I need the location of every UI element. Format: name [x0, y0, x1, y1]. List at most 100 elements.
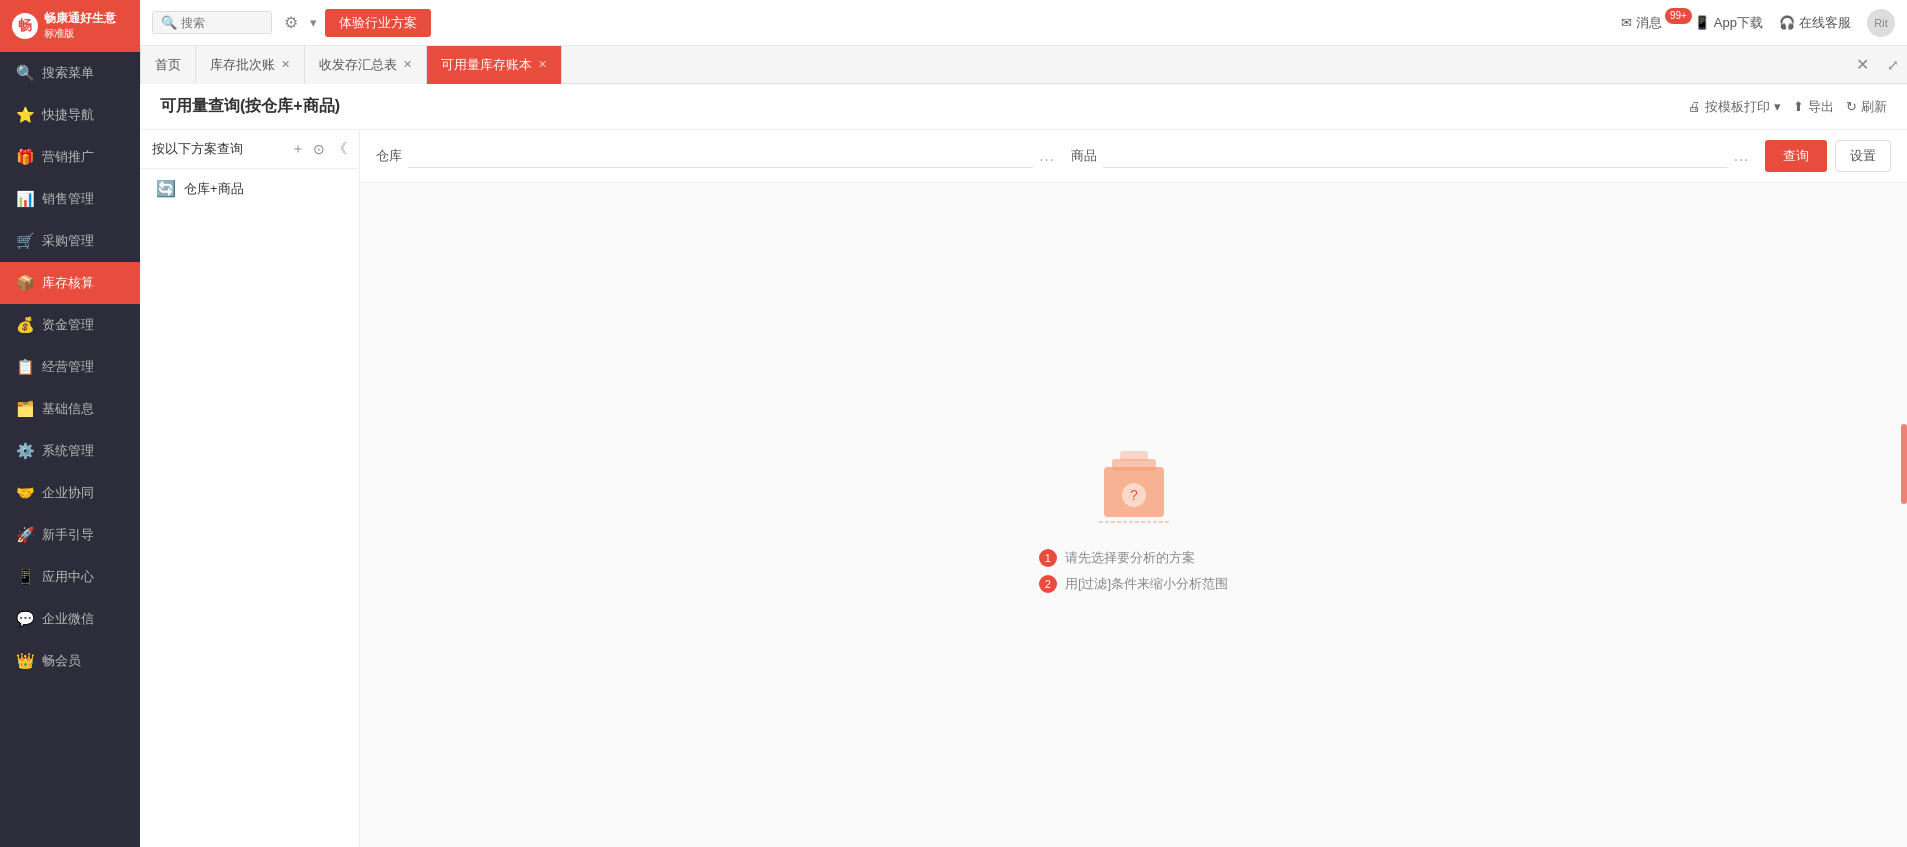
- logo-icon: 畅: [12, 13, 38, 39]
- search-input[interactable]: [181, 16, 261, 30]
- message-icon: ✉: [1621, 15, 1632, 30]
- sidebar-label-member: 畅会员: [42, 652, 81, 670]
- gift-icon: 🎁: [16, 148, 34, 166]
- sidebar-scroll: 🔍 搜索菜单 ⭐ 快捷导航 🎁 营销推广 📊 销售管理 🛒 采购管理 📦 库存核…: [0, 52, 140, 847]
- tab-available-qty[interactable]: 可用量库存账本 ✕: [427, 46, 562, 84]
- sidebar-item-marketing[interactable]: 🎁 营销推广: [0, 136, 140, 178]
- topbar-right: ✉ 消息 99+ 📱 App下载 🎧 在线客服 Rit: [1621, 9, 1895, 37]
- online-service-btn[interactable]: 🎧 在线客服: [1779, 14, 1851, 32]
- folder-icon: 🗂️: [16, 400, 34, 418]
- settings-scheme-icon[interactable]: ⊙: [313, 141, 325, 157]
- money-icon: 💰: [16, 316, 34, 334]
- sidebar-item-wechat[interactable]: 💬 企业微信: [0, 598, 140, 640]
- tab-batch-ledger-close[interactable]: ✕: [281, 58, 290, 71]
- app-download-btn[interactable]: 📱 App下载: [1694, 14, 1763, 32]
- refresh-btn[interactable]: ↻ 刷新: [1846, 98, 1887, 116]
- app-download-label: App下载: [1714, 14, 1763, 32]
- page-title: 可用量查询(按仓库+商品): [160, 96, 1688, 117]
- main-content: 🔍 ⚙ ▾ 体验行业方案 ✉ 消息 99+ 📱 App下载 🎧 在线客服 Rit: [140, 0, 1907, 847]
- mobile-icon: 📱: [16, 568, 34, 586]
- collapse-panel-icon[interactable]: 《: [333, 140, 347, 158]
- tab-home-label: 首页: [155, 56, 181, 74]
- tabs-bar: 首页 库存批次账 ✕ 收发存汇总表 ✕ 可用量库存账本 ✕ ✕ ⤢: [140, 46, 1907, 84]
- chevron-down-icon[interactable]: ▾: [310, 15, 317, 30]
- svg-rect-2: [1120, 451, 1148, 461]
- tab-batch-ledger[interactable]: 库存批次账 ✕: [196, 46, 305, 84]
- sidebar-label-cooperation: 企业协同: [42, 484, 94, 502]
- rocket-icon: 🚀: [16, 526, 34, 544]
- headset-icon: 🎧: [1779, 15, 1795, 30]
- left-panel-title: 按以下方案查询: [152, 140, 283, 158]
- filter-bar: 仓库 … 商品 … 查询 设置: [360, 130, 1907, 183]
- sidebar-label-inventory: 库存核算: [42, 274, 94, 292]
- sidebar-logo: 畅 畅康通好生意 标准版: [0, 0, 140, 52]
- left-panel-header: 按以下方案查询 ＋ ⊙ 《: [140, 130, 359, 169]
- goods-more-icon[interactable]: …: [1733, 147, 1749, 165]
- sidebar-item-finance[interactable]: 💰 资金管理: [0, 304, 140, 346]
- refresh-label: 刷新: [1861, 98, 1887, 116]
- tab-collect-ledger-close[interactable]: ✕: [403, 58, 412, 71]
- sidebar-item-onboard[interactable]: 🚀 新手引导: [0, 514, 140, 556]
- sidebar-item-operations[interactable]: 📋 经营管理: [0, 346, 140, 388]
- sidebar-label-basics: 基础信息: [42, 400, 94, 418]
- sidebar-item-inventory[interactable]: 📦 库存核算: [0, 262, 140, 304]
- right-panel: 仓库 … 商品 … 查询 设置: [360, 130, 1907, 847]
- empty-state: ? 1 请先选择要分析的方案 2 用[过滤]条件来缩小分析范围: [360, 183, 1907, 847]
- mobile-download-icon: 📱: [1694, 15, 1710, 30]
- star-icon: ⭐: [16, 106, 34, 124]
- sidebar-item-system[interactable]: ⚙️ 系统管理: [0, 430, 140, 472]
- sidebar-item-purchase[interactable]: 🛒 采购管理: [0, 220, 140, 262]
- message-badge: 99+: [1665, 8, 1692, 24]
- tabs-expand-btn[interactable]: ⤢: [1879, 57, 1907, 73]
- industry-btn[interactable]: 体验行业方案: [325, 9, 431, 37]
- tab-collect-ledger[interactable]: 收发存汇总表 ✕: [305, 46, 427, 84]
- sidebar-item-search[interactable]: 🔍 搜索菜单: [0, 52, 140, 94]
- avatar-initials: Rit: [1874, 17, 1887, 29]
- message-label: 消息: [1636, 14, 1662, 32]
- refresh-icon: ↻: [1846, 99, 1857, 114]
- add-scheme-icon[interactable]: ＋: [291, 140, 305, 158]
- sidebar-label-search: 搜索菜单: [42, 64, 94, 82]
- warehouse-input[interactable]: [408, 144, 1033, 168]
- tip-num-2: 2: [1039, 575, 1057, 593]
- sidebar-item-basics[interactable]: 🗂️ 基础信息: [0, 388, 140, 430]
- sidebar-item-member[interactable]: 👑 畅会员: [0, 640, 140, 682]
- warehouse-more-icon[interactable]: …: [1039, 147, 1055, 165]
- avatar[interactable]: Rit: [1867, 9, 1895, 37]
- sidebar-label-purchase: 采购管理: [42, 232, 94, 250]
- print-chevron-icon[interactable]: ▾: [1774, 99, 1781, 114]
- sidebar-label-quick-nav: 快捷导航: [42, 106, 94, 124]
- crown-icon: 👑: [16, 652, 34, 670]
- sidebar-item-app-center[interactable]: 📱 应用中心: [0, 556, 140, 598]
- sidebar-item-sales[interactable]: 📊 销售管理: [0, 178, 140, 220]
- logo-name: 畅康通好生意: [44, 11, 116, 27]
- sidebar: 畅 畅康通好生意 标准版 🔍 搜索菜单 ⭐ 快捷导航 🎁 营销推广 📊 销售管理…: [0, 0, 140, 847]
- left-panel: 按以下方案查询 ＋ ⊙ 《 🔄 仓库+商品: [140, 130, 360, 847]
- tab-available-qty-close[interactable]: ✕: [538, 58, 547, 71]
- logo-tag: 标准版: [44, 27, 116, 41]
- query-button[interactable]: 查询: [1765, 140, 1827, 172]
- search-box[interactable]: 🔍: [152, 11, 272, 34]
- sidebar-label-onboard: 新手引导: [42, 526, 94, 544]
- settings-button[interactable]: 设置: [1835, 140, 1891, 172]
- sidebar-label-app-center: 应用中心: [42, 568, 94, 586]
- goods-label: 商品: [1071, 147, 1097, 165]
- message-btn[interactable]: ✉ 消息 99+: [1621, 14, 1678, 32]
- scheme-warehouse-goods[interactable]: 🔄 仓库+商品: [140, 169, 359, 208]
- sidebar-item-quick-nav[interactable]: ⭐ 快捷导航: [0, 94, 140, 136]
- right-scrollbar[interactable]: [1901, 424, 1907, 504]
- topbar: 🔍 ⚙ ▾ 体验行业方案 ✉ 消息 99+ 📱 App下载 🎧 在线客服 Rit: [140, 0, 1907, 46]
- tip-text-2: 用[过滤]条件来缩小分析范围: [1065, 575, 1228, 593]
- empty-tip-2: 2 用[过滤]条件来缩小分析范围: [1039, 575, 1228, 593]
- tab-home[interactable]: 首页: [140, 46, 196, 84]
- tabs-close-all-btn[interactable]: ✕: [1846, 55, 1879, 74]
- sidebar-item-cooperation[interactable]: 🤝 企业协同: [0, 472, 140, 514]
- goods-input[interactable]: [1103, 144, 1728, 168]
- settings-icon[interactable]: ⚙: [280, 9, 302, 36]
- warehouse-filter: 仓库 …: [376, 144, 1055, 168]
- sidebar-label-operations: 经营管理: [42, 358, 94, 376]
- box-icon: 📦: [16, 274, 34, 292]
- export-btn[interactable]: ⬆ 导出: [1793, 98, 1834, 116]
- print-template-btn[interactable]: 🖨 按模板打印 ▾: [1688, 98, 1781, 116]
- page-actions: 🖨 按模板打印 ▾ ⬆ 导出 ↻ 刷新: [1688, 98, 1887, 116]
